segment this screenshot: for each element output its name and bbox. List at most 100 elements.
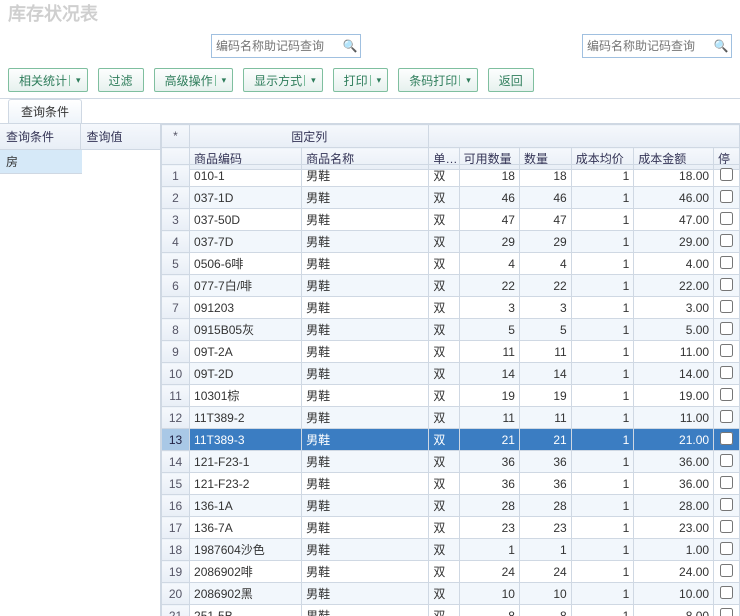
- cell-stop[interactable]: [714, 341, 740, 363]
- advanced-button[interactable]: 高级操作▾: [154, 68, 234, 92]
- cell-stop[interactable]: [714, 451, 740, 473]
- cell-stop[interactable]: [714, 363, 740, 385]
- table-row[interactable]: 192086902啡男鞋双2424124.00: [162, 561, 740, 583]
- table-row[interactable]: 3037-50D男鞋双4747147.00: [162, 209, 740, 231]
- table-row[interactable]: 17136-7A男鞋双2323123.00: [162, 517, 740, 539]
- cell-unit: 双: [429, 209, 459, 231]
- search-input-left[interactable]: [212, 39, 340, 53]
- stop-checkbox[interactable]: [720, 520, 733, 533]
- caret-icon[interactable]: ▾: [304, 75, 322, 86]
- search-icon[interactable]: 🔍: [340, 39, 360, 53]
- table-row[interactable]: 1311T389-3男鞋双2121121.00: [162, 429, 740, 451]
- stop-checkbox[interactable]: [720, 366, 733, 379]
- table-row[interactable]: 50506-6啡男鞋双4414.00: [162, 253, 740, 275]
- side-col-condition[interactable]: 查询条件: [0, 124, 81, 149]
- table-row[interactable]: 15121-F23-2男鞋双3636136.00: [162, 473, 740, 495]
- table-row[interactable]: 80915B05灰男鞋双5515.00: [162, 319, 740, 341]
- table-row[interactable]: 202086902黑男鞋双1010110.00: [162, 583, 740, 605]
- cell-amt: 4.00: [634, 253, 714, 275]
- btn-label: 相关统计: [19, 72, 67, 89]
- stop-checkbox[interactable]: [720, 498, 733, 511]
- search-box-right[interactable]: 🔍: [582, 34, 732, 58]
- cell-unit: 双: [429, 363, 459, 385]
- table-row[interactable]: 14121-F23-1男鞋双3636136.00: [162, 451, 740, 473]
- table-row[interactable]: 1009T-2D男鞋双1414114.00: [162, 363, 740, 385]
- stop-checkbox[interactable]: [720, 564, 733, 577]
- barcode-print-button[interactable]: 条码打印▾: [398, 68, 478, 92]
- stop-checkbox[interactable]: [720, 278, 733, 291]
- stop-checkbox[interactable]: [720, 168, 733, 181]
- stop-checkbox[interactable]: [720, 322, 733, 335]
- cell-amt: 21.00: [634, 429, 714, 451]
- fixed-col-group[interactable]: 固定列: [190, 125, 429, 148]
- table-row[interactable]: 909T-2A男鞋双1111111.00: [162, 341, 740, 363]
- cell-name: 男鞋: [302, 385, 429, 407]
- caret-icon[interactable]: ▾: [459, 75, 477, 86]
- print-button[interactable]: 打印▾: [333, 68, 389, 92]
- cell-stop[interactable]: [714, 539, 740, 561]
- stop-checkbox[interactable]: [720, 190, 733, 203]
- table-row[interactable]: 181987604沙色男鞋双1111.00: [162, 539, 740, 561]
- cell-stop[interactable]: [714, 165, 740, 187]
- stop-checkbox[interactable]: [720, 344, 733, 357]
- cell-unit: 双: [429, 275, 459, 297]
- table-row[interactable]: 1110301棕男鞋双1919119.00: [162, 385, 740, 407]
- table-row[interactable]: 7091203男鞋双3313.00: [162, 297, 740, 319]
- cell-stop[interactable]: [714, 583, 740, 605]
- display-mode-button[interactable]: 显示方式▾: [243, 68, 323, 92]
- stop-checkbox[interactable]: [720, 542, 733, 555]
- search-input-right[interactable]: [583, 39, 711, 53]
- cell-stop[interactable]: [714, 253, 740, 275]
- search-box-left[interactable]: 🔍: [211, 34, 361, 58]
- caret-icon[interactable]: ▾: [215, 75, 233, 86]
- cell-stop[interactable]: [714, 473, 740, 495]
- stop-checkbox[interactable]: [720, 410, 733, 423]
- tab-query-conditions[interactable]: 查询条件: [8, 99, 82, 123]
- stop-checkbox[interactable]: [720, 432, 733, 445]
- caret-icon[interactable]: ▾: [69, 75, 87, 86]
- filter-button[interactable]: 过滤: [98, 68, 144, 92]
- table-row[interactable]: 1010-1男鞋双1818118.00: [162, 165, 740, 187]
- side-cell-warehouse[interactable]: 房: [0, 150, 82, 174]
- cell-name: 男鞋: [302, 187, 429, 209]
- caret-icon[interactable]: ▾: [370, 75, 388, 86]
- side-col-value[interactable]: 查询值: [81, 124, 161, 149]
- cell-stop[interactable]: [714, 275, 740, 297]
- search-icon[interactable]: 🔍: [711, 39, 731, 53]
- cell-stop[interactable]: [714, 605, 740, 616]
- col-star[interactable]: *: [162, 125, 190, 148]
- stop-checkbox[interactable]: [720, 212, 733, 225]
- cell-cost: 1: [571, 363, 634, 385]
- cell-stop[interactable]: [714, 187, 740, 209]
- stop-checkbox[interactable]: [720, 234, 733, 247]
- cell-stop[interactable]: [714, 561, 740, 583]
- cell-code: 251-5B: [190, 605, 302, 616]
- stop-checkbox[interactable]: [720, 256, 733, 269]
- cell-stop[interactable]: [714, 407, 740, 429]
- grid-body[interactable]: 1010-1男鞋双1818118.002037-1D男鞋双4646146.003…: [161, 164, 740, 616]
- cell-stop[interactable]: [714, 517, 740, 539]
- stop-checkbox[interactable]: [720, 476, 733, 489]
- stop-checkbox[interactable]: [720, 586, 733, 599]
- table-row[interactable]: 4037-7D男鞋双2929129.00: [162, 231, 740, 253]
- cell-stop[interactable]: [714, 297, 740, 319]
- stop-checkbox[interactable]: [720, 300, 733, 313]
- cell-stop[interactable]: [714, 231, 740, 253]
- stop-checkbox[interactable]: [720, 454, 733, 467]
- cell-stop[interactable]: [714, 319, 740, 341]
- related-stats-button[interactable]: 相关统计▾: [8, 68, 88, 92]
- table-row[interactable]: 6077-7白/啡男鞋双2222122.00: [162, 275, 740, 297]
- table-row[interactable]: 2037-1D男鞋双4646146.00: [162, 187, 740, 209]
- cell-name: 男鞋: [302, 275, 429, 297]
- stop-checkbox[interactable]: [720, 388, 733, 401]
- table-row[interactable]: 16136-1A男鞋双2828128.00: [162, 495, 740, 517]
- cell-stop[interactable]: [714, 385, 740, 407]
- cell-stop[interactable]: [714, 209, 740, 231]
- back-button[interactable]: 返回: [488, 68, 534, 92]
- cell-amt: 47.00: [634, 209, 714, 231]
- table-row[interactable]: 1211T389-2男鞋双1111111.00: [162, 407, 740, 429]
- cell-stop[interactable]: [714, 495, 740, 517]
- stop-checkbox[interactable]: [720, 608, 733, 616]
- table-row[interactable]: 21251-5B男鞋双8818.00: [162, 605, 740, 616]
- cell-stop[interactable]: [714, 429, 740, 451]
